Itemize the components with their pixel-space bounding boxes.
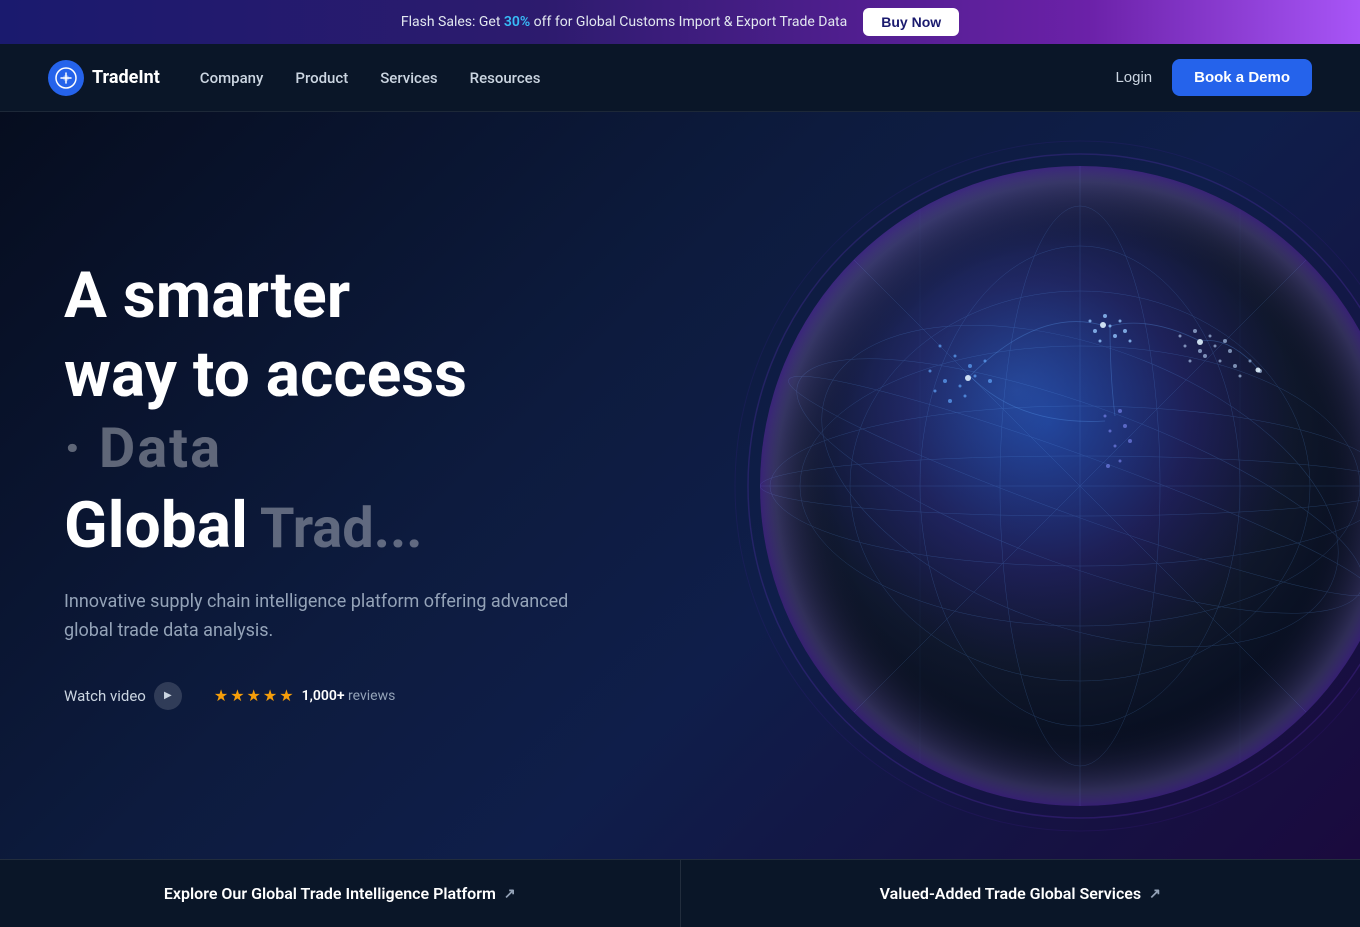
flash-banner: Flash Sales: Get 30% off for Global Cust… bbox=[0, 0, 1360, 44]
explore-platform-link[interactable]: Explore Our Global Trade Intelligence Pl… bbox=[0, 859, 681, 927]
hero-line2: way to access bbox=[64, 340, 596, 410]
hero-line3: · Data bbox=[64, 418, 596, 480]
logo-text: TradeInt bbox=[92, 67, 160, 88]
nav-item-product[interactable]: Product bbox=[295, 68, 348, 87]
buy-now-button[interactable]: Buy Now bbox=[863, 8, 959, 36]
explore-platform-label: Explore Our Global Trade Intelligence Pl… bbox=[164, 884, 496, 903]
star-1: ★ bbox=[214, 686, 228, 705]
star-4: ★ bbox=[263, 686, 277, 705]
review-count: 1,000+ reviews bbox=[302, 688, 396, 704]
trade-services-link[interactable]: Valued-Added Trade Global Services ↗ bbox=[681, 859, 1360, 927]
hero-actions: Watch video ▶ ★ ★ ★ ★ ★ 1,000+ reviews bbox=[64, 682, 596, 710]
bottom-banner: Explore Our Global Trade Intelligence Pl… bbox=[0, 859, 1360, 927]
nav-item-services[interactable]: Services bbox=[380, 68, 437, 87]
globe-visual bbox=[720, 126, 1360, 846]
star-3: ★ bbox=[247, 686, 261, 705]
nav-item-resources[interactable]: Resources bbox=[470, 68, 541, 87]
services-arrow-icon: ↗ bbox=[1149, 886, 1161, 902]
hero-content: A smarter way to access · Data Global Tr… bbox=[0, 181, 660, 790]
flash-text: Flash Sales: Get 30% off for Global Cust… bbox=[401, 14, 847, 30]
hero-line4: Global Trad... bbox=[64, 488, 596, 563]
hero-global: Global bbox=[64, 488, 248, 563]
reviews: ★ ★ ★ ★ ★ 1,000+ reviews bbox=[214, 686, 396, 705]
nav-links: Company Product Services Resources bbox=[200, 68, 541, 87]
play-icon: ▶ bbox=[154, 682, 182, 710]
hero-section: A smarter way to access · Data Global Tr… bbox=[0, 112, 1360, 859]
logo[interactable]: TradeInt bbox=[48, 60, 160, 96]
hero-trade: Trad... bbox=[260, 495, 423, 561]
nav-right: Login Book a Demo bbox=[1115, 59, 1312, 96]
star-rating: ★ ★ ★ ★ ★ bbox=[214, 686, 294, 705]
nav-item-company[interactable]: Company bbox=[200, 68, 264, 87]
nav-left: TradeInt Company Product Services Resour… bbox=[48, 60, 540, 96]
star-2: ★ bbox=[230, 686, 244, 705]
demo-button[interactable]: Book a Demo bbox=[1172, 59, 1312, 96]
watch-video-link[interactable]: Watch video ▶ bbox=[64, 682, 182, 710]
explore-arrow-icon: ↗ bbox=[504, 886, 516, 902]
star-5: ★ bbox=[279, 686, 293, 705]
logo-icon bbox=[48, 60, 84, 96]
hero-description: Innovative supply chain intelligence pla… bbox=[64, 587, 596, 646]
login-button[interactable]: Login bbox=[1115, 69, 1152, 86]
watch-video-label: Watch video bbox=[64, 687, 146, 705]
hero-line1: A smarter bbox=[64, 261, 596, 331]
trade-services-label: Valued-Added Trade Global Services bbox=[880, 884, 1142, 903]
navbar: TradeInt Company Product Services Resour… bbox=[0, 44, 1360, 112]
